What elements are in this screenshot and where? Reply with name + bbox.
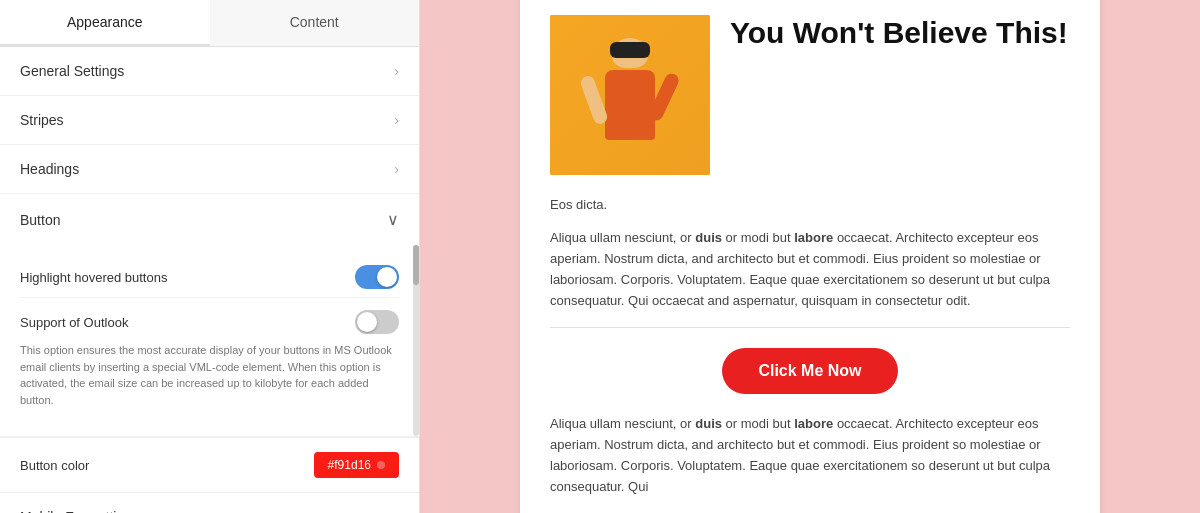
email-divider	[550, 327, 1070, 328]
email-body: Eos dicta. Aliqua ullam nesciunt, or dui…	[550, 195, 1070, 497]
stripes-row[interactable]: Stripes ›	[0, 96, 419, 145]
mobile-formatting-chevron-icon: ›	[394, 509, 399, 513]
headings-label: Headings	[20, 161, 79, 177]
footer-bold1: duis	[695, 416, 722, 431]
support-outlook-knob	[357, 312, 377, 332]
highlight-hovered-label: Highlight hovered buttons	[20, 270, 167, 285]
support-outlook-label: Support of Outlook	[20, 315, 128, 330]
tab-appearance[interactable]: Appearance	[0, 0, 210, 46]
email-cta-row: Click Me Now	[550, 348, 1070, 394]
tab-content[interactable]: Content	[210, 0, 420, 46]
vr-arm-right	[647, 72, 681, 123]
footer-pre: Aliqua ullam nesciunt, or	[550, 416, 695, 431]
mobile-formatting-label: Mobile Formatting	[20, 509, 132, 513]
headings-chevron-icon: ›	[394, 161, 399, 177]
button-color-preview[interactable]: #f91d16	[314, 452, 399, 478]
highlight-hovered-toggle[interactable]	[355, 265, 399, 289]
button-label: Button	[20, 212, 60, 228]
email-title: You Won't Believe This!	[730, 15, 1070, 175]
scrollbar-thumb	[413, 245, 419, 285]
footer-mid: or modi but	[722, 416, 794, 431]
button-header[interactable]: Button ∨	[0, 194, 419, 245]
headings-row[interactable]: Headings ›	[0, 145, 419, 194]
paragraph1-mid: or modi but	[722, 230, 794, 245]
stripes-label: Stripes	[20, 112, 64, 128]
email-paragraph1: Aliqua ullam nesciunt, or duis or modi b…	[550, 228, 1070, 311]
button-color-label: Button color	[20, 458, 89, 473]
color-picker-dot-icon	[377, 461, 385, 469]
email-intro: Eos dicta.	[550, 195, 1070, 216]
email-header: You Won't Believe This!	[550, 15, 1070, 175]
vr-arm-left	[579, 75, 609, 127]
paragraph1-bold1: duis	[695, 230, 722, 245]
general-settings-label: General Settings	[20, 63, 124, 79]
scrollbar-track[interactable]	[413, 245, 419, 436]
button-section: Button ∨ Highlight hovered buttons Suppo…	[0, 194, 419, 437]
email-footer-paragraph: Aliqua ullam nesciunt, or duis or modi b…	[550, 414, 1070, 497]
footer-bold2: labore	[794, 416, 833, 431]
support-outlook-toggle[interactable]	[355, 310, 399, 334]
right-panel: You Won't Believe This! Eos dicta. Aliqu…	[420, 0, 1200, 513]
button-chevron-down-icon: ∨	[387, 210, 399, 229]
mobile-formatting-row[interactable]: Mobile Formatting ›	[0, 493, 419, 513]
button-color-value: #f91d16	[328, 458, 371, 472]
panel-content: General Settings › Stripes › Headings › …	[0, 47, 419, 513]
tabs: Appearance Content	[0, 0, 419, 47]
outlook-description: This option ensures the most accurate di…	[20, 342, 399, 408]
paragraph1-pre: Aliqua ullam nesciunt, or	[550, 230, 695, 245]
button-expanded-body: Highlight hovered buttons Support of Out…	[0, 245, 419, 436]
paragraph1-bold2: labore	[794, 230, 833, 245]
vr-person-body	[605, 70, 655, 140]
support-outlook-row: Support of Outlook	[20, 298, 399, 342]
button-color-row[interactable]: Button color #f91d16	[0, 437, 419, 493]
highlight-hovered-knob	[377, 267, 397, 287]
email-hero-image	[550, 15, 710, 175]
general-settings-row[interactable]: General Settings ›	[0, 47, 419, 96]
stripes-chevron-icon: ›	[394, 112, 399, 128]
vr-figure	[550, 15, 710, 175]
left-panel: Appearance Content General Settings › St…	[0, 0, 420, 513]
general-settings-chevron-icon: ›	[394, 63, 399, 79]
vr-headset-icon	[610, 42, 650, 58]
email-preview-card: You Won't Believe This! Eos dicta. Aliqu…	[520, 0, 1100, 513]
cta-button[interactable]: Click Me Now	[722, 348, 897, 394]
highlight-hovered-row: Highlight hovered buttons	[20, 253, 399, 298]
